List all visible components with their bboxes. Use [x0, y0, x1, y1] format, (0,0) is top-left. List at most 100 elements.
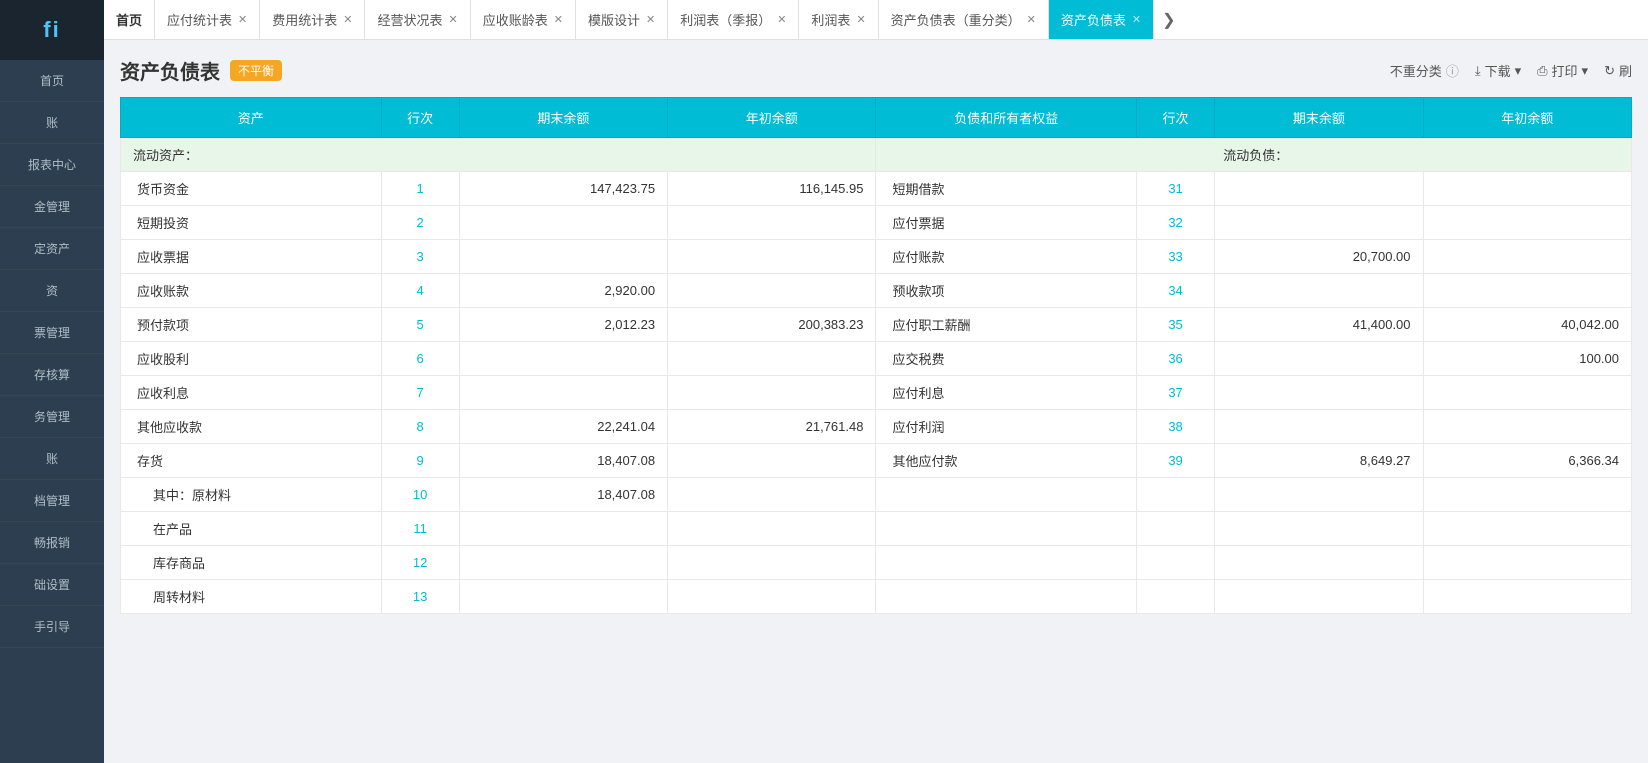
sidebar-logo: fi: [0, 0, 104, 60]
tab-close-icon[interactable]: ✕: [449, 13, 458, 26]
table-row: 应收利息 7 应付利息 37: [121, 376, 1632, 410]
liability-row-number: 38: [1136, 410, 1214, 444]
asset-name: 应收股利: [121, 342, 382, 376]
tab-balance-reclassify[interactable]: 资产负债表（重分类） ✕: [879, 0, 1049, 40]
table-row: 其他应收款 8 22,241.04 21,761.48 应付利润 38: [121, 410, 1632, 444]
main-area: 首页 应付统计表 ✕ 费用统计表 ✕ 经营状况表 ✕ 应收账龄表 ✕ 模版设计 …: [104, 0, 1648, 763]
sidebar-item-finance-mgmt[interactable]: 金管理: [0, 186, 104, 228]
sidebar-item-guide[interactable]: 手引导: [0, 606, 104, 648]
liability-name: 其他应付款: [876, 444, 1137, 478]
table-row: 存货 9 18,407.08 其他应付款 39 8,649.27 6,366.3…: [121, 444, 1632, 478]
liability-period-end: [1215, 546, 1423, 580]
asset-name: 库存商品: [121, 546, 382, 580]
liability-row-number: 32: [1136, 206, 1214, 240]
asset-name: 周转材料: [121, 580, 382, 614]
liability-period-end: [1215, 376, 1423, 410]
sidebar-item-account[interactable]: 账: [0, 102, 104, 144]
sidebar-item-expense[interactable]: 畅报销: [0, 522, 104, 564]
liability-name: 应付票据: [876, 206, 1137, 240]
unbalanced-badge: 不平衡: [230, 60, 282, 81]
tab-ar-aging[interactable]: 应收账龄表 ✕: [471, 0, 576, 40]
sidebar-item-archive-mgmt[interactable]: 档管理: [0, 480, 104, 522]
sidebar: fi 首页 账 报表中心 金管理 定资产 资 票管理 存核算 务管理 账 档管理…: [0, 0, 104, 763]
period-end-amount: 18,407.08: [459, 444, 667, 478]
col-liability-row-num: 行次: [1136, 98, 1214, 138]
tab-operations[interactable]: 经营状况表 ✕: [365, 0, 470, 40]
liability-year-begin: [1423, 512, 1631, 546]
print-label: 打印: [1552, 61, 1578, 80]
no-classify-option[interactable]: 不重分类 ⓘ: [1390, 61, 1459, 80]
help-icon[interactable]: ⓘ: [1446, 61, 1459, 80]
row-number: 8: [381, 410, 459, 444]
tab-close-icon[interactable]: ✕: [238, 13, 247, 26]
download-icon: ⤓: [1475, 63, 1481, 79]
period-end-amount: 147,423.75: [459, 172, 667, 206]
table-row: 流动资产： 流动负债：: [121, 138, 1632, 172]
tab-template-design[interactable]: 模版设计 ✕: [576, 0, 668, 40]
table-row: 应收票据 3 应付账款 33 20,700.00: [121, 240, 1632, 274]
sidebar-item-basic-settings[interactable]: 础设置: [0, 564, 104, 606]
refresh-button[interactable]: ↻ 刷: [1604, 61, 1632, 80]
col-liability-year-begin: 年初余额: [1423, 98, 1631, 138]
liability-name: [876, 546, 1137, 580]
liability-period-end: 41,400.00: [1215, 308, 1423, 342]
tab-home[interactable]: 首页: [104, 0, 155, 40]
row-number: 3: [381, 240, 459, 274]
liability-name: 预收款项: [876, 274, 1137, 308]
tab-close-icon[interactable]: ✕: [343, 13, 352, 26]
asset-name: 短期投资: [121, 206, 382, 240]
tab-scroll-right[interactable]: ❯: [1154, 0, 1183, 40]
row-number: 11: [381, 512, 459, 546]
period-end-amount: 18,407.08: [459, 478, 667, 512]
sidebar-item-capital[interactable]: 资: [0, 270, 104, 312]
year-begin-amount: [668, 478, 876, 512]
table-row: 在产品 11: [121, 512, 1632, 546]
tab-accounts-payable[interactable]: 应付统计表 ✕: [155, 0, 260, 40]
liability-year-begin: [1423, 274, 1631, 308]
liability-name: 短期借款: [876, 172, 1137, 206]
print-button[interactable]: ⎙ 打印 ▾: [1537, 61, 1588, 80]
liability-name: 应付利润: [876, 410, 1137, 444]
tab-close-icon[interactable]: ✕: [1027, 13, 1036, 26]
tab-close-icon[interactable]: ✕: [646, 13, 655, 26]
asset-name: 存货: [121, 444, 382, 478]
liability-row-number: [1136, 512, 1214, 546]
tab-close-icon[interactable]: ✕: [1132, 13, 1141, 26]
col-period-end: 期末余额: [459, 98, 667, 138]
period-end-amount: [459, 206, 667, 240]
liability-period-end: 20,700.00: [1215, 240, 1423, 274]
sidebar-item-invoice-mgmt[interactable]: 票管理: [0, 312, 104, 354]
sidebar-item-inventory[interactable]: 存核算: [0, 354, 104, 396]
liability-period-end: 8,649.27: [1215, 444, 1423, 478]
tab-profit-quarterly[interactable]: 利润表（季报） ✕: [668, 0, 799, 40]
tab-close-icon[interactable]: ✕: [554, 13, 563, 26]
tab-profit[interactable]: 利润表 ✕: [799, 0, 878, 40]
liability-name: 应交税费: [876, 342, 1137, 376]
print-chevron-icon: ▾: [1582, 63, 1589, 79]
row-number: 12: [381, 546, 459, 580]
liability-row-number: 36: [1136, 342, 1214, 376]
sidebar-item-home[interactable]: 首页: [0, 60, 104, 102]
page-title-area: 资产负债表 不平衡: [120, 56, 282, 85]
tab-close-icon[interactable]: ✕: [777, 13, 786, 26]
tab-expense-summary[interactable]: 费用统计表 ✕: [260, 0, 365, 40]
tab-balance-sheet[interactable]: 资产负债表 ✕: [1049, 0, 1154, 40]
report-table: 资产 行次 期末余额 年初余额 负债和所有者权益 行次 期末余额 年初余额 流动…: [120, 97, 1632, 614]
period-end-amount: [459, 376, 667, 410]
period-end-amount: [459, 546, 667, 580]
liability-row-number: 39: [1136, 444, 1214, 478]
year-begin-amount: [668, 274, 876, 308]
sidebar-item-tax-mgmt[interactable]: 务管理: [0, 396, 104, 438]
category-liability-label: 流动负债：: [876, 138, 1632, 172]
sidebar-item-ledger[interactable]: 账: [0, 438, 104, 480]
sidebar-item-fixed-assets[interactable]: 定资产: [0, 228, 104, 270]
sidebar-item-report-center[interactable]: 报表中心: [0, 144, 104, 186]
period-end-amount: 22,241.04: [459, 410, 667, 444]
refresh-icon: ↻: [1604, 63, 1615, 79]
tab-close-icon[interactable]: ✕: [856, 13, 865, 26]
year-begin-amount: [668, 342, 876, 376]
liability-year-begin: [1423, 410, 1631, 444]
liability-period-end: [1215, 274, 1423, 308]
period-end-amount: [459, 240, 667, 274]
download-button[interactable]: ⤓ 下载 ▾: [1475, 61, 1521, 80]
